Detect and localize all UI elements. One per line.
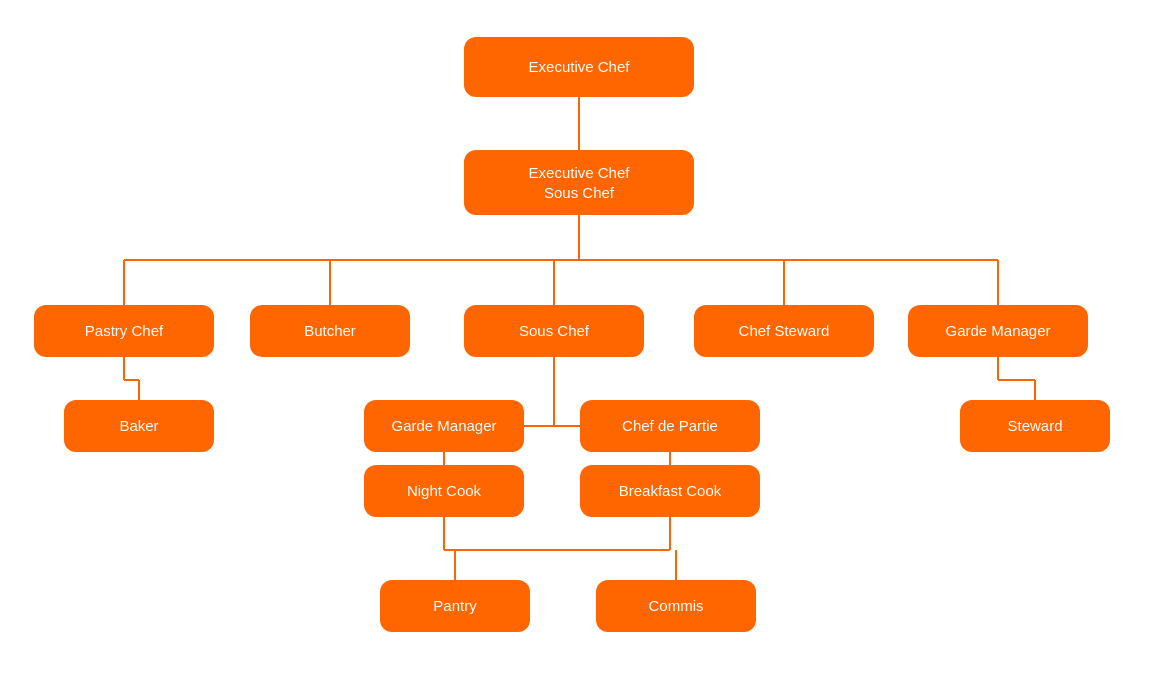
node-night-cook: Night Cook xyxy=(364,465,524,517)
node-butcher: Butcher xyxy=(250,305,410,357)
org-chart: Executive Chef Executive ChefSous Chef P… xyxy=(0,0,1162,683)
node-garde-mgr-top: Garde Manager xyxy=(908,305,1088,357)
node-breakfast-cook: Breakfast Cook xyxy=(580,465,760,517)
node-chef-partie: Chef de Partie xyxy=(580,400,760,452)
node-commis: Commis xyxy=(596,580,756,632)
node-baker: Baker xyxy=(64,400,214,452)
node-garde-mgr: Garde Manager xyxy=(364,400,524,452)
node-chef-steward: Chef Steward xyxy=(694,305,874,357)
node-exec-sous: Executive ChefSous Chef xyxy=(464,150,694,215)
node-sous: Sous Chef xyxy=(464,305,644,357)
node-exec-chef: Executive Chef xyxy=(464,37,694,97)
node-pastry: Pastry Chef xyxy=(34,305,214,357)
node-pantry: Pantry xyxy=(380,580,530,632)
node-steward2: Steward xyxy=(960,400,1110,452)
